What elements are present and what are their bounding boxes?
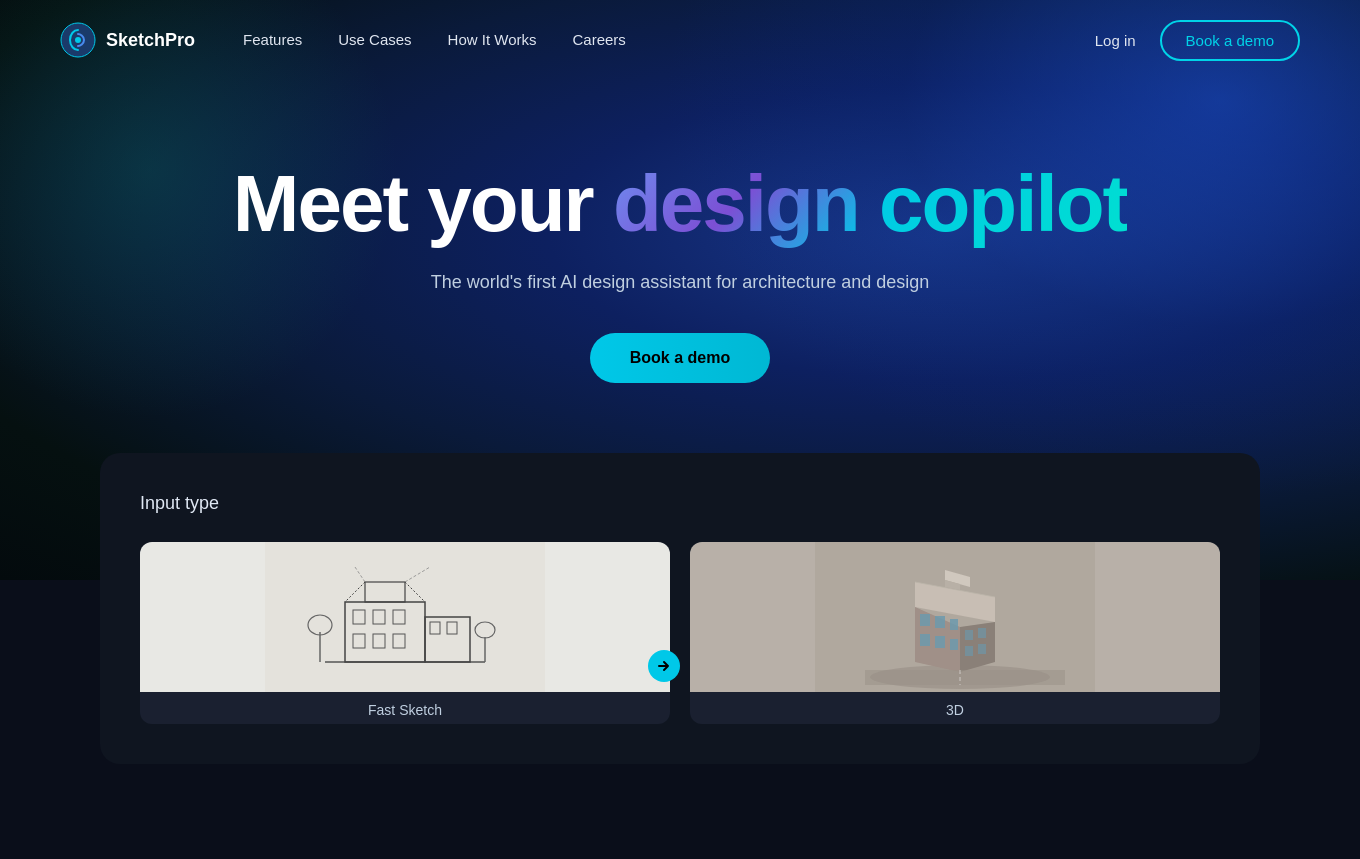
svg-rect-37 [978,644,986,654]
cards-container: Fast Sketch [140,542,1220,724]
arrow-button[interactable] [648,650,680,682]
brand-name: SketchPro [106,30,195,51]
card-fast-sketch[interactable]: Fast Sketch [140,542,670,724]
logo-link[interactable]: SketchPro [60,22,195,58]
svg-rect-36 [965,646,973,656]
nav-link-usecases[interactable]: Use Cases [338,31,411,48]
nav-links: Features Use Cases How It Works Careers [243,31,626,49]
book-demo-button-hero[interactable]: Book a demo [590,333,770,383]
input-type-section: Input type [100,453,1260,764]
nav-right: Log in Book a demo [1095,20,1300,61]
svg-rect-41 [865,670,1065,685]
nav-item-howitworks[interactable]: How It Works [448,31,537,49]
nav-item-features[interactable]: Features [243,31,302,49]
arrow-right-icon [656,658,672,674]
navbar: SketchPro Features Use Cases How It Work… [0,0,1360,80]
input-type-label: Input type [140,493,1220,514]
logo-icon [60,22,96,58]
svg-rect-30 [950,619,958,630]
3d-illustration [690,542,1220,692]
sketch-illustration [140,542,670,692]
cards-row: Fast Sketch [140,542,1220,724]
nav-link-howitworks[interactable]: How It Works [448,31,537,48]
nav-item-usecases[interactable]: Use Cases [338,31,411,49]
card-3d-label: 3D [690,692,1220,724]
hero-section: Meet your design copilot The world's fir… [0,80,1360,443]
svg-rect-29 [935,616,945,628]
nav-left: SketchPro Features Use Cases How It Work… [60,22,626,58]
svg-rect-28 [920,614,930,626]
hero-title-teal: copilot [879,159,1127,248]
svg-rect-32 [935,636,945,648]
book-demo-button-nav[interactable]: Book a demo [1160,20,1300,61]
svg-rect-34 [965,630,973,640]
hero-title-copilot: copilot [859,159,1127,248]
hero-title: Meet your design copilot [20,160,1340,248]
hero-subtitle: The world's first AI design assistant fo… [20,272,1340,293]
card-3d-image [690,542,1220,692]
nav-item-careers[interactable]: Careers [573,31,626,49]
card-sketch-image [140,542,670,692]
svg-rect-33 [950,639,958,650]
login-button[interactable]: Log in [1095,32,1136,49]
svg-point-1 [75,37,81,43]
nav-link-careers[interactable]: Careers [573,31,626,48]
card-sketch-label: Fast Sketch [140,692,670,724]
nav-link-features[interactable]: Features [243,31,302,48]
svg-rect-31 [920,634,930,646]
svg-rect-35 [978,628,986,638]
card-3d[interactable]: 3D [690,542,1220,724]
hero-title-colored: design [613,159,859,248]
hero-title-plain: Meet your [233,159,613,248]
